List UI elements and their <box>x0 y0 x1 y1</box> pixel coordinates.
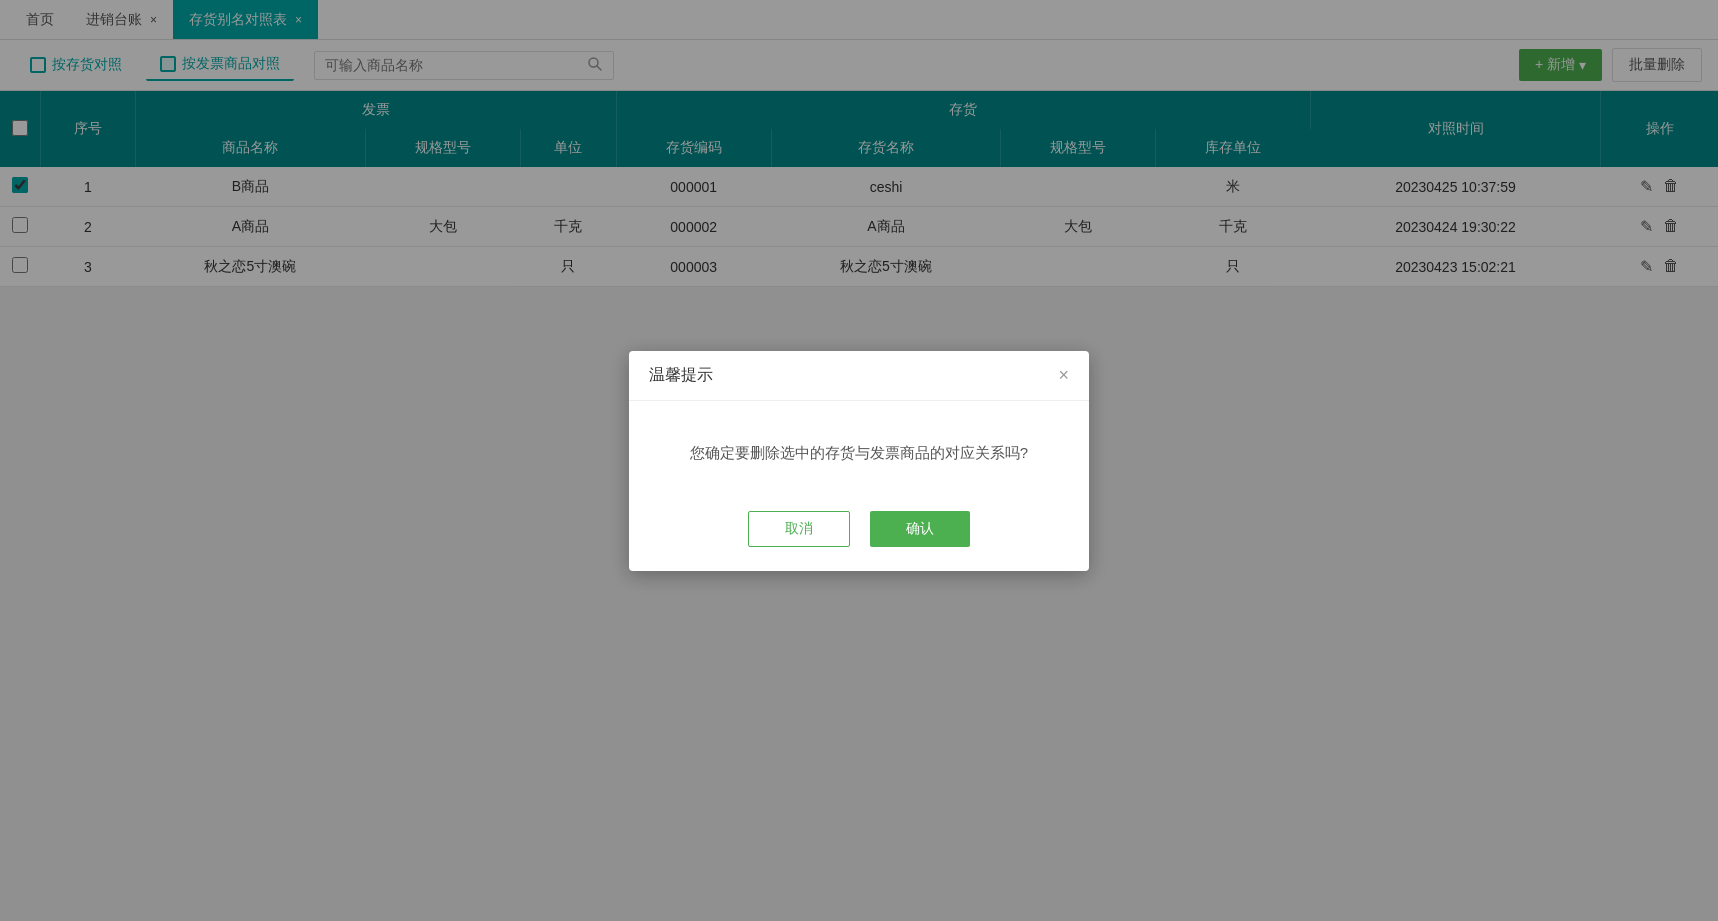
modal-overlay: 温馨提示 × 您确定要删除选中的存货与发票商品的对应关系吗? 取消 确认 <box>0 0 1718 287</box>
